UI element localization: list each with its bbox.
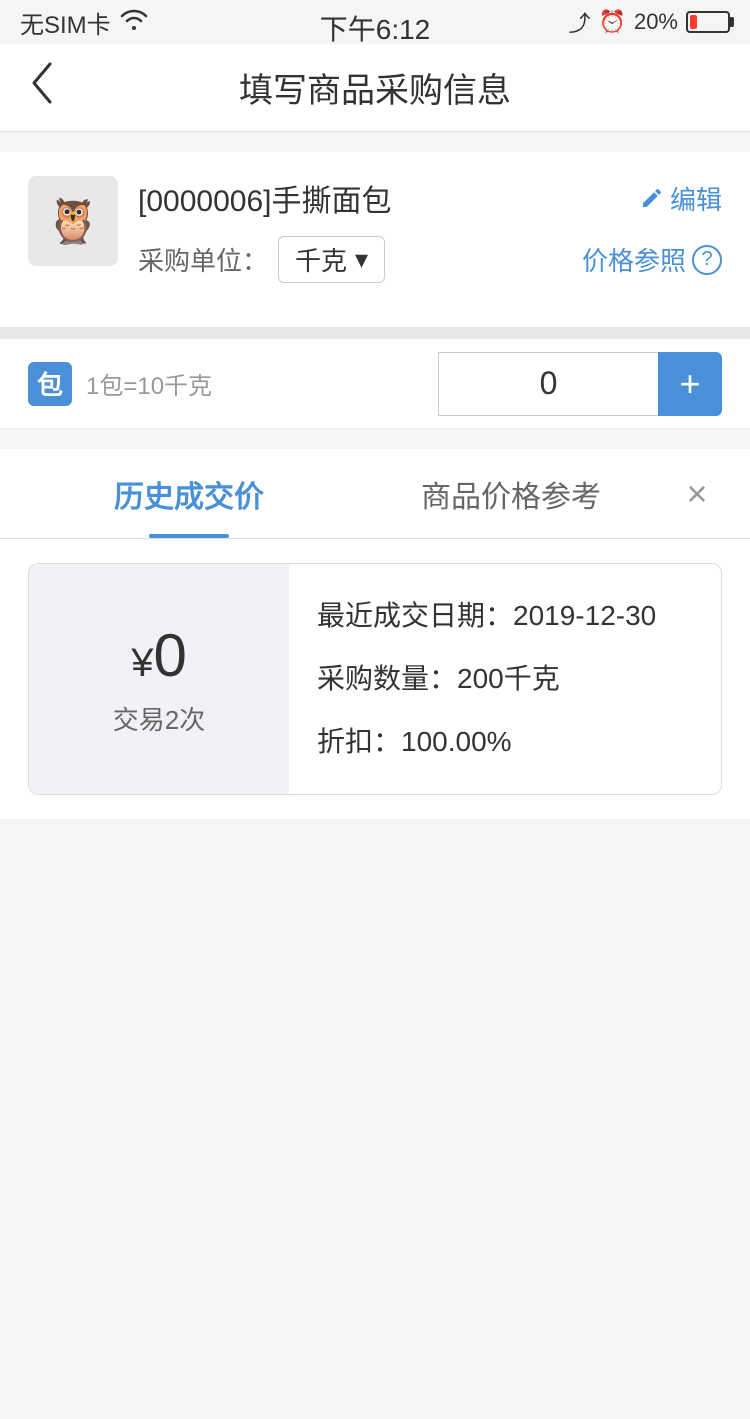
edit-button[interactable]: 编辑: [640, 180, 722, 217]
currency-symbol: ¥: [131, 641, 153, 685]
alarm-icon: ⏰: [599, 9, 626, 35]
tab-close-button[interactable]: ×: [672, 469, 722, 519]
price-details: 最近成交日期：2019-12-30 采购数量：200千克 折扣：100.00%: [289, 564, 721, 794]
location-icon: ⤴: [569, 6, 591, 38]
wifi-icon: [119, 8, 149, 37]
price-value: 0: [153, 622, 186, 689]
carrier-text: 无SIM卡: [20, 5, 111, 40]
product-card: 🦉 [0000006]手撕面包 编辑 采购单位： 千克 ▾: [0, 152, 750, 327]
date-label: 最近成交日期：: [317, 600, 513, 631]
unit-badge: 包: [28, 362, 72, 406]
quantity-plus-button[interactable]: +: [658, 352, 722, 416]
section-divider: [0, 327, 750, 339]
product-name: [0000006]手撕面包: [138, 176, 391, 220]
detail-discount-row: 折扣：100.00%: [317, 720, 693, 765]
status-right: ⤴ ⏰ 20%: [569, 6, 730, 38]
battery-icon: [686, 11, 730, 33]
product-info: [0000006]手撕面包 编辑 采购单位： 千克 ▾ 价格: [138, 176, 722, 283]
nav-bar: 填写商品采购信息: [0, 44, 750, 132]
back-button[interactable]: [28, 60, 56, 115]
tabs-section: 历史成交价 商品价格参考 × ¥0 交易2次 最近成交日期：2019-12-30…: [0, 449, 750, 819]
tab-product-label: 商品价格参考: [421, 472, 601, 516]
card-area: ¥0 交易2次 最近成交日期：2019-12-30 采购数量：200千克 折扣：…: [0, 539, 750, 819]
product-thumbnail: 🦉: [28, 176, 118, 266]
price-reference-button[interactable]: 价格参照 ?: [582, 241, 722, 278]
status-left: 无SIM卡: [20, 5, 149, 40]
quantity-row: 包 1包=10千克 0 +: [0, 339, 750, 429]
quantity-input[interactable]: 0: [438, 352, 658, 416]
product-header: 🦉 [0000006]手撕面包 编辑 采购单位： 千克 ▾: [28, 176, 722, 283]
date-value: 2019-12-30: [513, 600, 656, 631]
qty-value: 200千克: [457, 663, 560, 694]
quantity-right: 0 +: [438, 352, 722, 416]
status-bar: 无SIM卡 下午6:12 ⤴ ⏰ 20%: [0, 0, 750, 44]
page-title: 填写商品采购信息: [239, 63, 511, 112]
unit-select[interactable]: 千克 ▾: [278, 236, 385, 283]
unit-hint: 1包=10千克: [86, 366, 212, 401]
price-summary: ¥0 交易2次: [29, 564, 289, 794]
trade-count: 交易2次: [113, 700, 205, 737]
purchase-unit-label: 采购单位：: [138, 241, 268, 278]
price-card: ¥0 交易2次 最近成交日期：2019-12-30 采购数量：200千克 折扣：…: [28, 563, 722, 795]
product-image-placeholder: 🦉: [46, 195, 101, 247]
tabs-header: 历史成交价 商品价格参考 ×: [0, 449, 750, 539]
help-icon: ?: [692, 245, 722, 275]
battery-fill: [690, 15, 697, 29]
tab-history-price[interactable]: 历史成交价: [28, 449, 350, 538]
qty-label: 采购数量：: [317, 663, 457, 694]
discount-label: 折扣：: [317, 726, 401, 757]
bottom-area: [0, 819, 750, 1419]
tab-active-indicator: [149, 534, 229, 538]
price-amount: ¥0: [131, 621, 187, 690]
chevron-down-icon: ▾: [355, 244, 368, 275]
discount-value: 100.00%: [401, 726, 512, 757]
purchase-unit-row: 采购单位： 千克 ▾ 价格参照 ?: [138, 236, 722, 283]
tab-history-label: 历史成交价: [114, 472, 264, 516]
detail-qty-row: 采购数量：200千克: [317, 657, 693, 702]
status-time: 下午6:12: [320, 8, 431, 48]
quantity-left: 包 1包=10千克: [28, 362, 212, 406]
product-name-row: [0000006]手撕面包 编辑: [138, 176, 722, 220]
battery-pct: 20%: [634, 9, 678, 35]
detail-date-row: 最近成交日期：2019-12-30: [317, 594, 693, 639]
tab-product-price[interactable]: 商品价格参考: [350, 449, 672, 538]
